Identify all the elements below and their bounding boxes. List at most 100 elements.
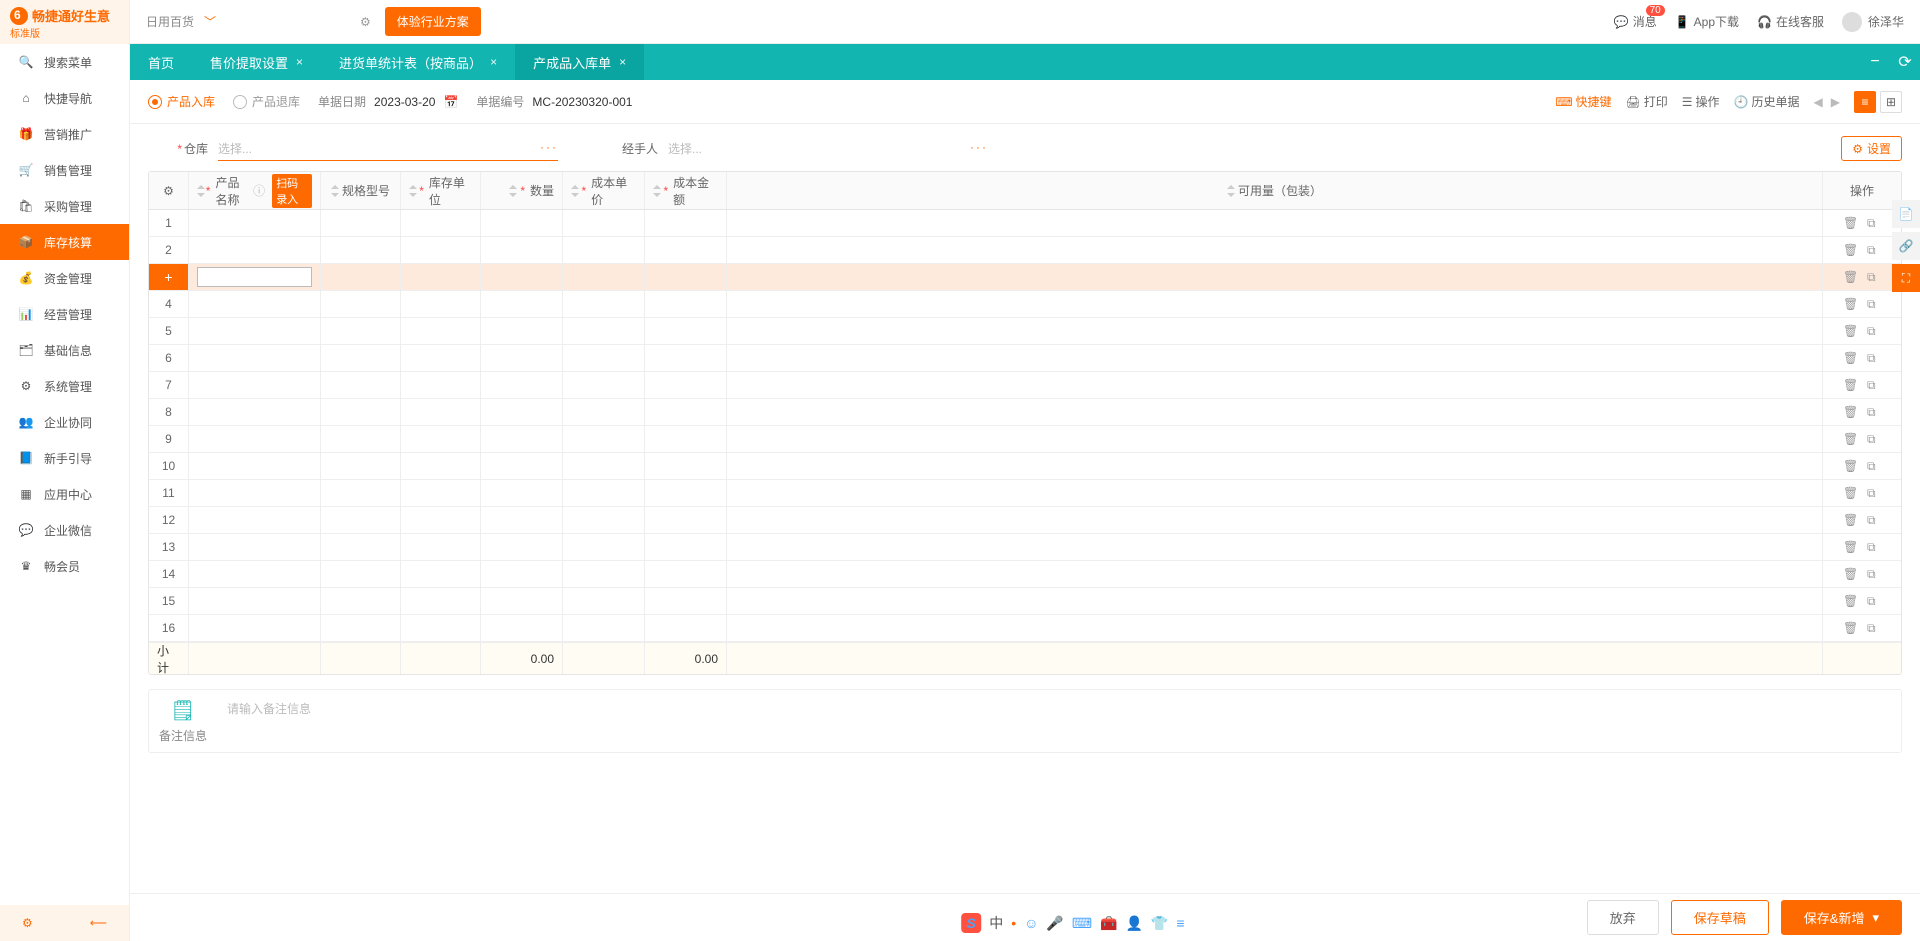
cell-avail[interactable]: [727, 210, 1823, 236]
copy-row-icon[interactable]: ⧉: [1867, 621, 1881, 635]
cell-name[interactable]: [189, 345, 321, 371]
cell-unit[interactable]: [401, 507, 481, 533]
cell-price[interactable]: [563, 426, 645, 452]
online-service-link[interactable]: 🎧 在线客服: [1757, 13, 1824, 30]
cell-price[interactable]: [563, 264, 645, 290]
col-product-name[interactable]: *产品名称ⓘ扫码录入: [189, 172, 321, 209]
cell-unit[interactable]: [401, 534, 481, 560]
cell-spec[interactable]: [321, 453, 401, 479]
discard-button[interactable]: 放弃: [1587, 900, 1659, 935]
cell-spec[interactable]: [321, 210, 401, 236]
cell-price[interactable]: [563, 291, 645, 317]
copy-row-icon[interactable]: ⧉: [1867, 351, 1881, 365]
ime-keyboard-icon[interactable]: ⌨: [1072, 915, 1092, 932]
tab-1[interactable]: 售价提取设置×: [192, 44, 321, 80]
col-config[interactable]: ⚙: [149, 172, 189, 209]
user-menu[interactable]: 徐泽华: [1842, 12, 1904, 32]
ime-toolbar[interactable]: S 中 • ☺ 🎤 ⌨ 🧰 👤 👕 ≡: [953, 911, 1192, 935]
radio-product-out[interactable]: 产品退库: [233, 93, 300, 110]
cell-name[interactable]: [189, 480, 321, 506]
ime-dot-icon[interactable]: •: [1011, 915, 1016, 931]
cell-avail[interactable]: [727, 480, 1823, 506]
ime-shirt-icon[interactable]: 👕: [1151, 915, 1168, 932]
minimize-tab-icon[interactable]: −: [1860, 53, 1890, 71]
cell-avail[interactable]: [727, 399, 1823, 425]
sidebar-item-gear[interactable]: ⚙系统管理: [0, 368, 129, 404]
delete-row-icon[interactable]: 🗑: [1843, 486, 1857, 500]
sidebar-item-search[interactable]: 🔍搜索菜单: [0, 44, 129, 80]
remarks-input[interactable]: 请输入备注信息: [217, 690, 1901, 752]
delete-row-icon[interactable]: 🗑: [1843, 540, 1857, 554]
copy-row-icon[interactable]: ⧉: [1867, 324, 1881, 338]
table-row[interactable]: 1🗑⧉: [149, 210, 1901, 237]
col-qty[interactable]: *数量: [481, 172, 563, 209]
sidebar-item-guide[interactable]: 📘新手引导: [0, 440, 129, 476]
cell-unit[interactable]: [401, 561, 481, 587]
cell-avail[interactable]: [727, 264, 1823, 290]
ime-smile-icon[interactable]: ☺: [1024, 915, 1038, 931]
cell-price[interactable]: [563, 318, 645, 344]
cell-price[interactable]: [563, 561, 645, 587]
cell-qty[interactable]: [481, 399, 563, 425]
next-record-icon[interactable]: ▶: [1831, 95, 1840, 109]
cell-qty[interactable]: [481, 615, 563, 641]
cell-amount[interactable]: [645, 345, 727, 371]
cell-name[interactable]: [189, 372, 321, 398]
copy-row-icon[interactable]: ⧉: [1867, 486, 1881, 500]
table-row[interactable]: 4🗑⧉: [149, 291, 1901, 318]
cell-amount[interactable]: [645, 534, 727, 560]
sidebar-item-apps[interactable]: ▦应用中心: [0, 476, 129, 512]
cell-amount[interactable]: [645, 588, 727, 614]
cell-amount[interactable]: [645, 480, 727, 506]
cell-spec[interactable]: [321, 480, 401, 506]
ime-person-icon[interactable]: 👤: [1125, 915, 1142, 932]
cell-unit[interactable]: [401, 480, 481, 506]
delete-row-icon[interactable]: 🗑: [1843, 405, 1857, 419]
cell-name[interactable]: [189, 426, 321, 452]
table-row[interactable]: 12🗑⧉: [149, 507, 1901, 534]
cell-name[interactable]: [189, 318, 321, 344]
cell-spec[interactable]: [321, 507, 401, 533]
cell-qty[interactable]: [481, 588, 563, 614]
copy-row-icon[interactable]: ⧉: [1867, 378, 1881, 392]
sidebar-item-bag[interactable]: 🛍采购管理: [0, 188, 129, 224]
table-row[interactable]: 8🗑⧉: [149, 399, 1901, 426]
table-row[interactable]: 16🗑⧉: [149, 615, 1901, 642]
delete-row-icon[interactable]: 🗑: [1843, 243, 1857, 257]
cell-unit[interactable]: [401, 264, 481, 290]
cell-spec[interactable]: [321, 561, 401, 587]
dock-link-icon[interactable]: 🔗: [1892, 232, 1920, 260]
table-row[interactable]: 15🗑⧉: [149, 588, 1901, 615]
radio-product-in[interactable]: 产品入库: [148, 93, 215, 110]
cell-amount[interactable]: [645, 210, 727, 236]
cell-name[interactable]: [189, 291, 321, 317]
settings-gear-icon[interactable]: ⚙: [22, 916, 33, 930]
cell-unit[interactable]: [401, 615, 481, 641]
cell-name[interactable]: [189, 399, 321, 425]
col-price[interactable]: *成本单价: [563, 172, 645, 209]
ime-menu-icon[interactable]: ≡: [1176, 915, 1184, 931]
cell-qty[interactable]: [481, 534, 563, 560]
cell-spec[interactable]: [321, 615, 401, 641]
cell-amount[interactable]: [645, 318, 727, 344]
cell-amount[interactable]: [645, 507, 727, 533]
cell-price[interactable]: [563, 237, 645, 263]
table-row[interactable]: 7🗑⧉: [149, 372, 1901, 399]
cell-unit[interactable]: [401, 453, 481, 479]
more-icon[interactable]: ···: [970, 140, 988, 157]
cell-unit[interactable]: [401, 318, 481, 344]
col-spec[interactable]: 规格型号: [321, 172, 401, 209]
sidebar-item-box[interactable]: 📦库存核算: [0, 224, 129, 260]
copy-row-icon[interactable]: ⧉: [1867, 459, 1881, 473]
tab-0[interactable]: 首页: [130, 44, 192, 80]
cell-unit[interactable]: [401, 210, 481, 236]
cell-unit[interactable]: [401, 372, 481, 398]
cell-price[interactable]: [563, 588, 645, 614]
cell-spec[interactable]: [321, 426, 401, 452]
cell-amount[interactable]: [645, 237, 727, 263]
cell-unit[interactable]: [401, 291, 481, 317]
table-row[interactable]: 9🗑⧉: [149, 426, 1901, 453]
cell-qty[interactable]: [481, 264, 563, 290]
cell-avail[interactable]: [727, 588, 1823, 614]
refresh-tab-icon[interactable]: ⟳: [1890, 52, 1920, 72]
